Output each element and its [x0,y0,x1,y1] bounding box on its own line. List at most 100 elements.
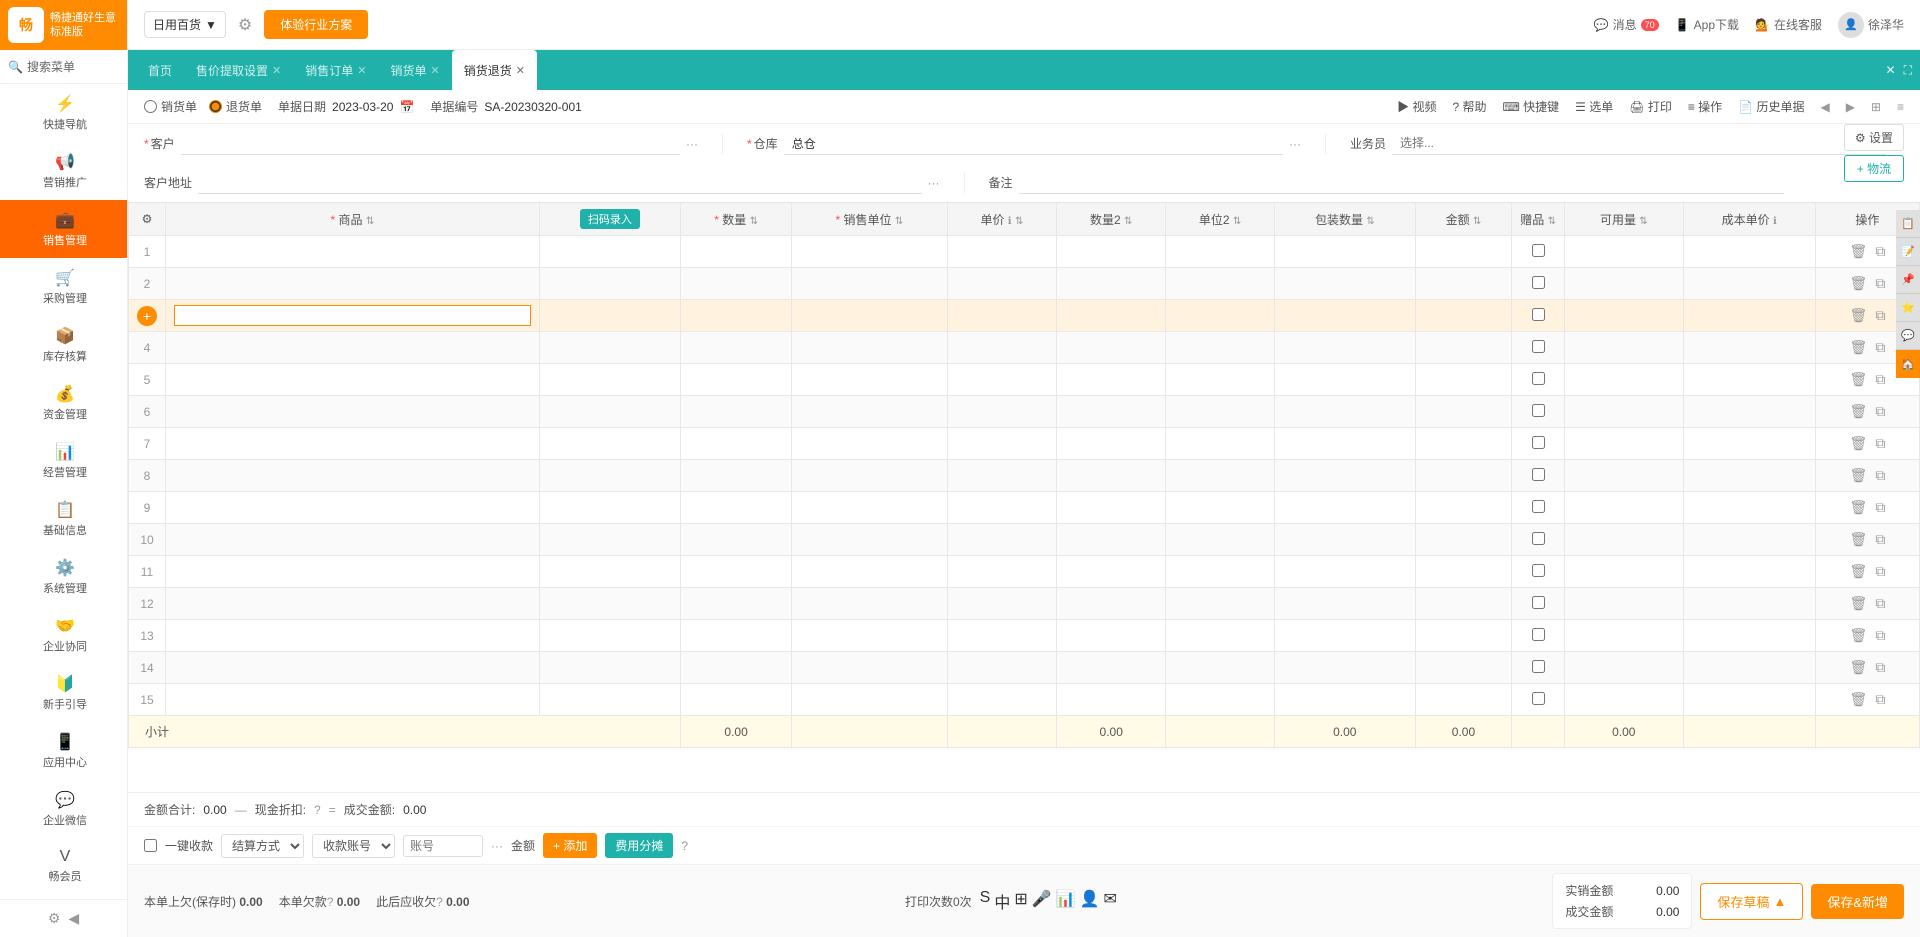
tab-close-price-settings[interactable]: ✕ [272,64,281,77]
delete-row-8[interactable]: 🗑 [1848,465,1870,486]
th-price[interactable]: 单价 ℹ ⇅ [947,203,1057,236]
one-click-payment-check[interactable] [144,839,157,852]
print-action[interactable]: 🖨 打印 [1629,98,1672,115]
copy-row-15[interactable]: ⧉ [1873,689,1887,710]
grid-view[interactable]: ⊞ [1871,100,1881,114]
tab-close-sales-delivery[interactable]: ✕ [431,64,440,77]
th-settings[interactable]: ⚙ [129,203,166,236]
toolbar-icon-6[interactable]: 👤 [1080,889,1100,913]
tab-sales-return[interactable]: 销货退货 ✕ [452,50,537,90]
copy-row-14[interactable]: ⧉ [1873,657,1887,678]
customer-select-btn[interactable]: ··· [686,137,698,151]
tab-close-sales-return[interactable]: ✕ [516,64,525,77]
customer-input[interactable] [181,132,680,155]
chevron-up-icon[interactable]: ▲ [1773,894,1786,909]
select-action[interactable]: ☰ 选单 [1575,98,1613,115]
delete-row-12[interactable]: 🗑 [1848,593,1870,614]
delete-row-2[interactable]: 🗑 [1848,273,1870,294]
warehouse-input[interactable] [784,132,1283,155]
gift-checkbox-6[interactable] [1532,404,1545,417]
history-action[interactable]: 📄 历史单据 [1738,98,1804,115]
receivable-help[interactable]: ? [436,895,443,909]
sidebar-item-sales[interactable]: 💼 销售管理 [0,200,127,258]
delete-row-13[interactable]: 🗑 [1848,625,1870,646]
tab-home[interactable]: 首页 [136,50,184,90]
sidebar-item-basics[interactable]: 📋 基础信息 [0,490,127,548]
list-view[interactable]: ≡ [1897,100,1904,114]
copy-row-13[interactable]: ⧉ [1873,625,1887,646]
industry-select[interactable]: 日用百货 ▼ [144,11,226,38]
delete-row-6[interactable]: 🗑 [1848,401,1870,422]
account-input[interactable] [403,835,483,857]
delete-row-9[interactable]: 🗑 [1848,497,1870,518]
th-scan[interactable]: 扫码录入 [539,203,680,236]
delete-row-7[interactable]: 🗑 [1848,433,1870,454]
gift-checkbox-9[interactable] [1532,500,1545,513]
toolbar-icon-4[interactable]: 🎤 [1032,889,1052,913]
sidebar-item-system[interactable]: ⚙️ 系统管理 [0,548,127,606]
right-panel-btn-3[interactable]: 📌 [1896,266,1920,294]
toolbar-icon-1[interactable]: S [980,889,991,913]
delete-row-5[interactable]: 🗑 [1848,369,1870,390]
th-product[interactable]: * 商品 ⇅ [166,203,540,236]
save-draft-btn[interactable]: 保存草稿 ▲ [1700,883,1803,920]
right-panel-btn-1[interactable]: 📋 [1896,210,1920,238]
address-select-btn[interactable]: ··· [928,176,940,190]
sidebar-item-inventory[interactable]: 📦 库存核算 [0,316,127,374]
radio-return-input[interactable] [209,100,222,113]
gift-checkbox-12[interactable] [1532,596,1545,609]
logistics-btn[interactable]: + 物流 [1844,155,1904,182]
tab-maximize[interactable]: ⛶ [1904,63,1912,78]
message-button[interactable]: 💬 消息 70 [1594,16,1659,33]
video-action[interactable]: ▶ 视频 [1397,98,1436,115]
copy-row-5[interactable]: ⧉ [1873,369,1887,390]
save-new-btn[interactable]: 保存&新增 [1811,884,1904,919]
radio-delivery[interactable]: 销货单 [144,98,197,115]
th-unit[interactable]: * 销售单位 ⇅ [792,203,947,236]
sidebar-item-operations[interactable]: 📊 经营管理 [0,432,127,490]
copy-row-6[interactable]: ⧉ [1873,401,1887,422]
th-pack-qty[interactable]: 包装数量 ⇅ [1275,203,1416,236]
operation-action[interactable]: ≡ 操作 [1688,98,1722,115]
toolbar-icon-2[interactable]: 中 [994,889,1010,913]
prev-record[interactable]: ◀ [1820,100,1829,114]
sidebar-collapse-button[interactable]: ◀ [68,910,79,927]
toolbar-icon-7[interactable]: ✉ [1104,889,1117,913]
toolbar-icon-3[interactable]: ⊞ [1014,889,1027,913]
gift-checkbox-3[interactable] [1532,308,1545,321]
help-action[interactable]: ? 帮助 [1452,98,1486,115]
gift-checkbox-15[interactable] [1532,692,1545,705]
copy-row-12[interactable]: ⧉ [1873,593,1887,614]
sidebar-item-apps[interactable]: 📱 应用中心 [0,722,127,780]
toolbar-icon-5[interactable]: 📊 [1056,889,1076,913]
tab-sales-order[interactable]: 销售订单 ✕ [293,50,378,90]
account-select[interactable]: 收款账号 [312,834,395,858]
sidebar-item-finance[interactable]: 💰 资金管理 [0,374,127,432]
radio-delivery-input[interactable] [144,100,157,113]
remark-input[interactable] [1019,171,1784,194]
sidebar-item-enterprise[interactable]: 🤝 企业协同 [0,606,127,664]
product-input-active[interactable] [174,305,531,326]
address-input[interactable] [198,171,921,194]
th-available[interactable]: 可用量 ⇅ [1565,203,1684,236]
delete-row-1[interactable]: 🗑 [1848,241,1870,262]
delete-row-4[interactable]: 🗑 [1848,337,1870,358]
gift-checkbox-7[interactable] [1532,436,1545,449]
experience-btn[interactable]: 体验行业方案 [264,10,368,39]
sidebar-item-wechat[interactable]: 💬 企业微信 [0,780,127,838]
delete-row-3[interactable]: 🗑 [1848,305,1870,326]
gift-checkbox-13[interactable] [1532,628,1545,641]
sidebar-item-guide[interactable]: 🔰 新手引导 [0,664,127,722]
copy-row-10[interactable]: ⧉ [1873,529,1887,550]
account-dots[interactable]: ··· [491,839,503,853]
copy-row-11[interactable]: ⧉ [1873,561,1887,582]
copy-row-1[interactable]: ⧉ [1873,241,1887,262]
copy-row-9[interactable]: ⧉ [1873,497,1887,518]
tab-price-settings[interactable]: 售价提取设置 ✕ [184,50,293,90]
gift-checkbox-10[interactable] [1532,532,1545,545]
settings-btn[interactable]: ⚙ 设置 [1844,124,1904,151]
copy-row-4[interactable]: ⧉ [1873,337,1887,358]
th-gift[interactable]: 赠品 ⇅ [1512,203,1565,236]
delete-row-11[interactable]: 🗑 [1848,561,1870,582]
sidebar-item-vip[interactable]: V 畅会员 [0,838,127,894]
